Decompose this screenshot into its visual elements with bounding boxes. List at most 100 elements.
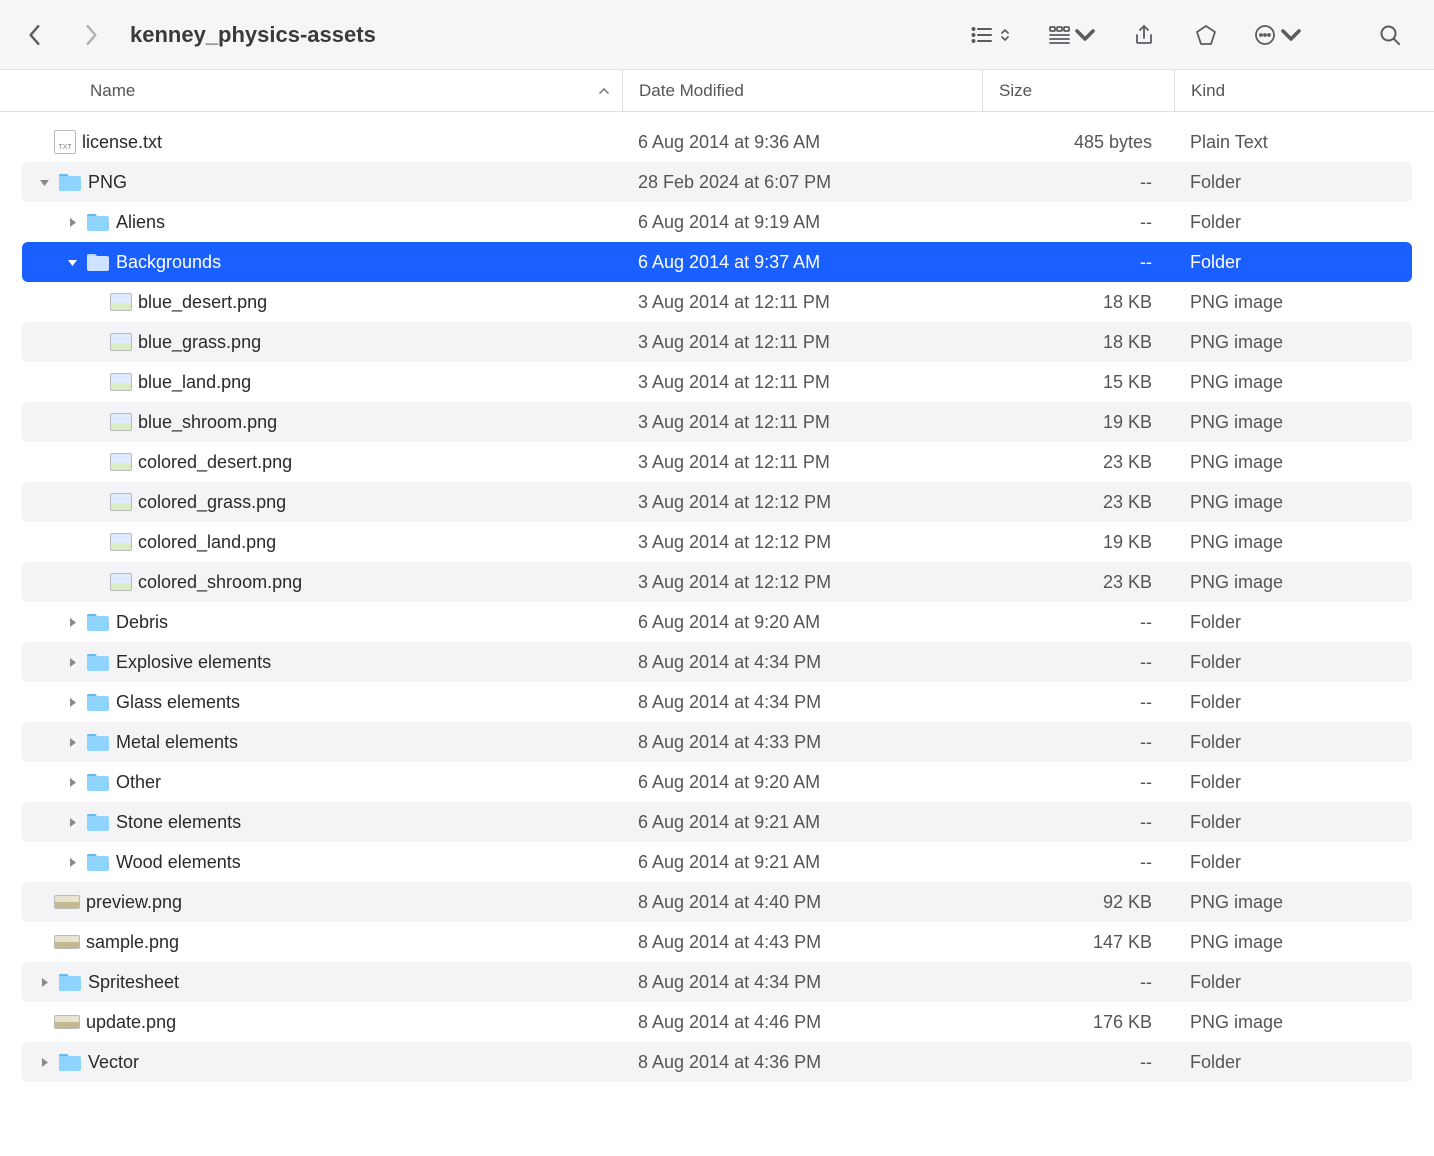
disclosure-triangle[interactable] <box>64 814 80 830</box>
file-size: 23 KB <box>982 572 1174 593</box>
forward-button[interactable] <box>80 24 102 46</box>
disclosure-triangle[interactable] <box>64 854 80 870</box>
folder-icon <box>86 770 110 794</box>
file-kind: PNG image <box>1174 492 1412 513</box>
file-date: 6 Aug 2014 at 9:37 AM <box>622 252 982 273</box>
file-name: Backgrounds <box>116 252 221 273</box>
file-date: 8 Aug 2014 at 4:40 PM <box>622 892 982 913</box>
file-name: colored_land.png <box>138 532 276 553</box>
disclosure-triangle[interactable] <box>36 1054 52 1070</box>
file-size: 176 KB <box>982 1012 1174 1033</box>
back-button[interactable] <box>24 24 46 46</box>
file-size: 485 bytes <box>982 132 1174 153</box>
image-file-icon <box>110 293 132 311</box>
file-size: -- <box>982 732 1174 753</box>
image-file-icon <box>110 373 132 391</box>
file-row[interactable]: colored_land.png3 Aug 2014 at 12:12 PM19… <box>22 522 1412 562</box>
search-button[interactable] <box>1370 15 1410 55</box>
file-kind: Folder <box>1174 652 1412 673</box>
file-date: 6 Aug 2014 at 9:21 AM <box>622 812 982 833</box>
file-row[interactable]: Stone elements6 Aug 2014 at 9:21 AM--Fol… <box>22 802 1412 842</box>
file-row[interactable]: Wood elements6 Aug 2014 at 9:21 AM--Fold… <box>22 842 1412 882</box>
file-row[interactable]: colored_grass.png3 Aug 2014 at 12:12 PM2… <box>22 482 1412 522</box>
chevron-down-icon <box>1279 23 1303 47</box>
file-size: -- <box>982 972 1174 993</box>
folder-icon <box>86 730 110 754</box>
action-menu-button[interactable] <box>1248 15 1308 55</box>
share-button[interactable] <box>1124 15 1164 55</box>
file-row[interactable]: colored_shroom.png3 Aug 2014 at 12:12 PM… <box>22 562 1412 602</box>
file-row[interactable]: PNG28 Feb 2024 at 6:07 PM--Folder <box>22 162 1412 202</box>
file-name: Spritesheet <box>88 972 179 993</box>
file-kind: Folder <box>1174 172 1412 193</box>
file-kind: PNG image <box>1174 932 1412 953</box>
file-name: colored_grass.png <box>138 492 286 513</box>
file-row[interactable]: blue_desert.png3 Aug 2014 at 12:11 PM18 … <box>22 282 1412 322</box>
file-date: 6 Aug 2014 at 9:20 AM <box>622 612 982 633</box>
file-kind: Folder <box>1174 212 1412 233</box>
folder-icon <box>58 1050 82 1074</box>
file-row[interactable]: colored_desert.png3 Aug 2014 at 12:11 PM… <box>22 442 1412 482</box>
file-row[interactable]: Aliens6 Aug 2014 at 9:19 AM--Folder <box>22 202 1412 242</box>
disclosure-triangle[interactable] <box>64 614 80 630</box>
file-row[interactable]: Backgrounds6 Aug 2014 at 9:37 AM--Folder <box>22 242 1412 282</box>
file-date: 8 Aug 2014 at 4:43 PM <box>622 932 982 953</box>
file-date: 6 Aug 2014 at 9:21 AM <box>622 852 982 873</box>
file-name: Debris <box>116 612 168 633</box>
disclosure-triangle[interactable] <box>36 174 52 190</box>
file-row[interactable]: blue_grass.png3 Aug 2014 at 12:11 PM18 K… <box>22 322 1412 362</box>
file-size: 18 KB <box>982 332 1174 353</box>
file-date: 8 Aug 2014 at 4:36 PM <box>622 1052 982 1073</box>
column-kind[interactable]: Kind <box>1174 70 1434 111</box>
disclosure-triangle[interactable] <box>64 694 80 710</box>
column-size[interactable]: Size <box>982 70 1174 111</box>
file-date: 3 Aug 2014 at 12:12 PM <box>622 572 982 593</box>
disclosure-triangle[interactable] <box>64 774 80 790</box>
tags-button[interactable] <box>1186 15 1226 55</box>
disclosure-triangle[interactable] <box>64 734 80 750</box>
folder-icon <box>86 610 110 634</box>
file-date: 3 Aug 2014 at 12:12 PM <box>622 532 982 553</box>
file-size: -- <box>982 692 1174 713</box>
disclosure-triangle[interactable] <box>64 254 80 270</box>
file-row[interactable]: Explosive elements8 Aug 2014 at 4:34 PM-… <box>22 642 1412 682</box>
file-kind: PNG image <box>1174 572 1412 593</box>
file-row[interactable]: blue_shroom.png3 Aug 2014 at 12:11 PM19 … <box>22 402 1412 442</box>
file-row[interactable]: Other6 Aug 2014 at 9:20 AM--Folder <box>22 762 1412 802</box>
disclosure-triangle[interactable] <box>64 654 80 670</box>
file-size: -- <box>982 812 1174 833</box>
file-row[interactable]: Glass elements8 Aug 2014 at 4:34 PM--Fol… <box>22 682 1412 722</box>
file-kind: Folder <box>1174 772 1412 793</box>
file-name: blue_grass.png <box>138 332 261 353</box>
toolbar: kenney_physics-assets <box>0 0 1434 70</box>
image-file-icon <box>54 895 80 909</box>
file-size: 23 KB <box>982 452 1174 473</box>
file-size: 23 KB <box>982 492 1174 513</box>
file-kind: Folder <box>1174 612 1412 633</box>
disclosure-triangle[interactable] <box>36 974 52 990</box>
view-list-button[interactable] <box>960 15 1020 55</box>
column-date[interactable]: Date Modified <box>622 70 982 111</box>
file-size: -- <box>982 772 1174 793</box>
file-kind: Folder <box>1174 852 1412 873</box>
disclosure-triangle[interactable] <box>64 214 80 230</box>
file-date: 3 Aug 2014 at 12:11 PM <box>622 412 982 433</box>
file-row[interactable]: Metal elements8 Aug 2014 at 4:33 PM--Fol… <box>22 722 1412 762</box>
file-row[interactable]: Spritesheet8 Aug 2014 at 4:34 PM--Folder <box>22 962 1412 1002</box>
file-row[interactable]: Debris6 Aug 2014 at 9:20 AM--Folder <box>22 602 1412 642</box>
file-date: 8 Aug 2014 at 4:34 PM <box>622 652 982 673</box>
column-name[interactable]: Name <box>0 81 622 101</box>
image-file-icon <box>110 333 132 351</box>
file-row[interactable]: blue_land.png3 Aug 2014 at 12:11 PM15 KB… <box>22 362 1412 402</box>
file-row[interactable]: sample.png8 Aug 2014 at 4:43 PM147 KBPNG… <box>22 922 1412 962</box>
folder-icon <box>86 810 110 834</box>
file-kind: PNG image <box>1174 332 1412 353</box>
file-date: 6 Aug 2014 at 9:36 AM <box>622 132 982 153</box>
file-row[interactable]: update.png8 Aug 2014 at 4:46 PM176 KBPNG… <box>22 1002 1412 1042</box>
file-row[interactable]: preview.png8 Aug 2014 at 4:40 PM92 KBPNG… <box>22 882 1412 922</box>
file-date: 6 Aug 2014 at 9:20 AM <box>622 772 982 793</box>
group-button[interactable] <box>1042 15 1102 55</box>
file-row[interactable]: TXTlicense.txt6 Aug 2014 at 9:36 AM485 b… <box>22 122 1412 162</box>
file-row[interactable]: Vector8 Aug 2014 at 4:36 PM--Folder <box>22 1042 1412 1082</box>
file-name: license.txt <box>82 132 162 153</box>
